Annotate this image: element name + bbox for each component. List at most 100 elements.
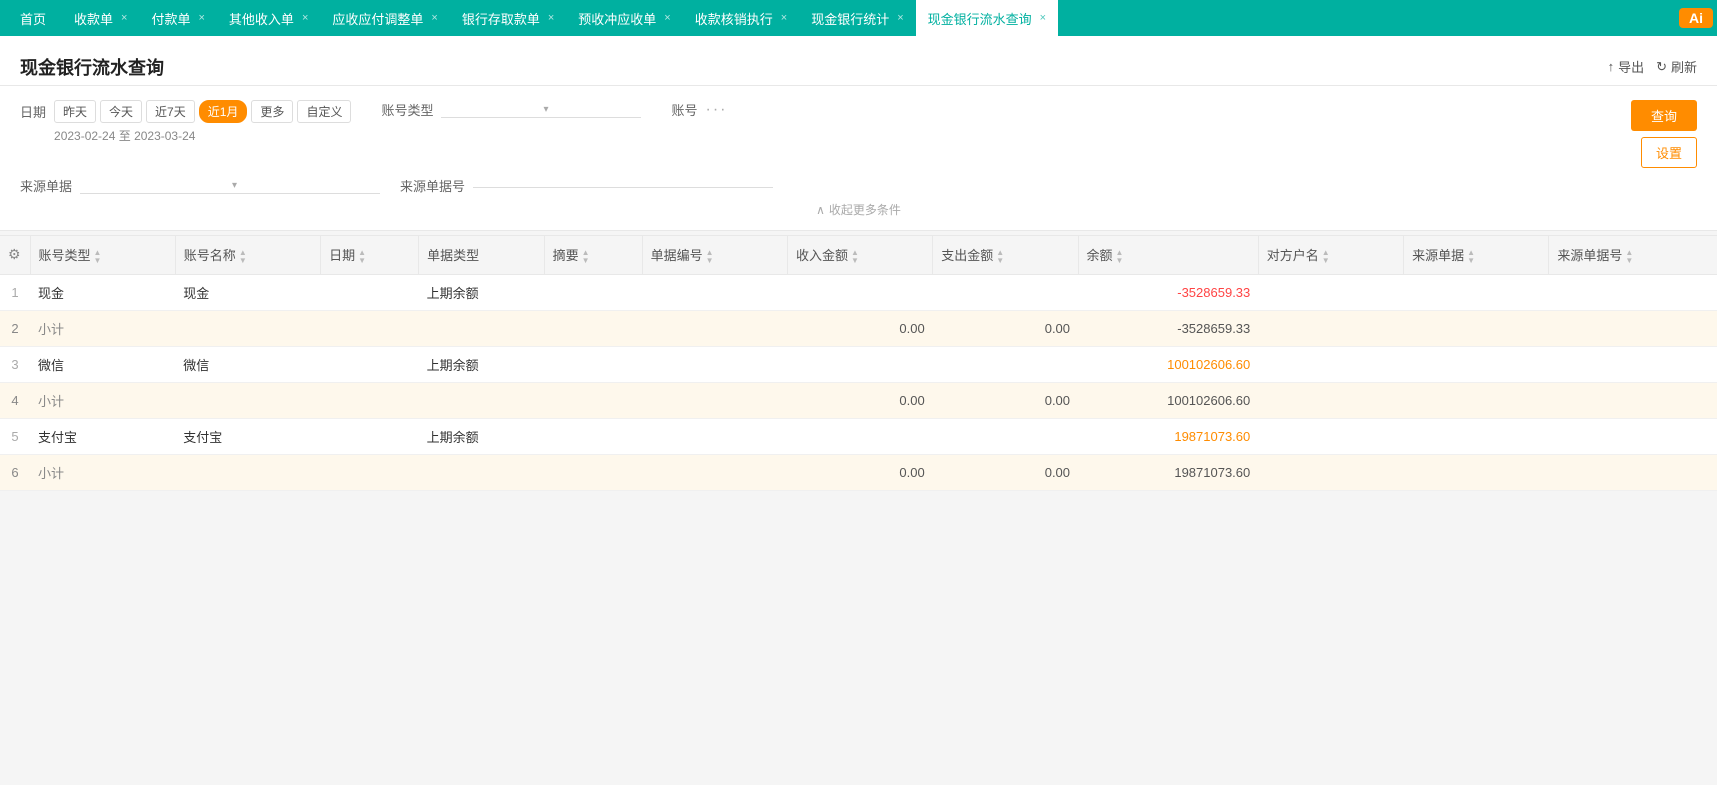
cell-date xyxy=(321,454,419,490)
date-btn[interactable]: 近1月 xyxy=(199,100,248,123)
cell-source_doc xyxy=(1404,454,1549,490)
nav-tab-close-icon[interactable]: × xyxy=(198,12,204,24)
cell-source_doc xyxy=(1404,346,1549,382)
refresh-icon: ↻ xyxy=(1656,59,1667,75)
source-doc-select[interactable]: ▾ xyxy=(80,178,380,194)
cell-income xyxy=(787,346,932,382)
ai-badge[interactable]: Ai xyxy=(1679,8,1713,28)
nav-home[interactable]: 首页 xyxy=(4,0,62,36)
col-header-summary[interactable]: 摘要▲▼ xyxy=(544,236,642,275)
sort-icon: ▲▼ xyxy=(706,249,714,265)
table-area: ⚙ 账号类型▲▼账号名称▲▼日期▲▼单据类型摘要▲▼单据编号▲▼收入金额▲▼支出金… xyxy=(0,235,1717,491)
col-header-counterparty[interactable]: 对方户名▲▼ xyxy=(1258,236,1403,275)
nav-tab[interactable]: 银行存取款单× xyxy=(450,0,566,36)
nav-tab[interactable]: 付款单× xyxy=(139,0,216,36)
cell-counterparty xyxy=(1258,274,1403,310)
nav-tab-close-icon[interactable]: × xyxy=(664,12,670,24)
settings-button[interactable]: 设置 xyxy=(1641,137,1697,168)
cell-counterparty xyxy=(1258,382,1403,418)
source-doc-num-input[interactable] xyxy=(473,183,773,188)
col-header-account_type[interactable]: 账号类型▲▼ xyxy=(30,236,175,275)
col-header-doc_type: 单据类型 xyxy=(419,236,544,275)
nav-tab-close-icon[interactable]: × xyxy=(302,12,308,24)
export-button[interactable]: ↑ 导出 xyxy=(1608,57,1645,76)
date-label: 日期 xyxy=(20,100,46,121)
nav-tab-close-icon[interactable]: × xyxy=(781,12,787,24)
col-header-account_name[interactable]: 账号名称▲▼ xyxy=(175,236,320,275)
col-header-source_doc_num[interactable]: 来源单据号▲▼ xyxy=(1549,236,1717,275)
cell-summary xyxy=(544,454,642,490)
date-btn[interactable]: 昨天 xyxy=(54,100,96,123)
col-header-income[interactable]: 收入金额▲▼ xyxy=(787,236,932,275)
account-more-icon[interactable]: ··· xyxy=(705,101,727,119)
nav-tab[interactable]: 收款核销执行 × xyxy=(683,0,799,36)
cell-counterparty xyxy=(1258,346,1403,382)
nav-tab[interactable]: 预收冲应收单× xyxy=(566,0,682,36)
refresh-button[interactable]: ↻ 刷新 xyxy=(1656,57,1697,76)
nav-tab-close-icon[interactable]: × xyxy=(431,12,437,24)
cell-account_type: 小计 xyxy=(30,454,175,490)
collapse-bar[interactable]: ∧ 收起更多条件 xyxy=(20,195,1697,220)
query-button[interactable]: 查询 xyxy=(1631,100,1697,131)
nav-tab[interactable]: 现金银行流水查询× xyxy=(916,0,1058,36)
col-header-source_doc[interactable]: 来源单据▲▼ xyxy=(1404,236,1549,275)
cell-source_doc xyxy=(1404,382,1549,418)
nav-tab[interactable]: 现金银行统计 × xyxy=(799,0,915,36)
nav-tab-close-icon[interactable]: × xyxy=(121,12,127,24)
account-type-select[interactable]: ▾ xyxy=(441,102,641,118)
nav-tab-close-icon[interactable]: × xyxy=(548,12,554,24)
cell-account_type: 小计 xyxy=(30,310,175,346)
cell-date xyxy=(321,382,419,418)
nav-tab[interactable]: 收款单× xyxy=(62,0,139,36)
col-header-balance[interactable]: 余额▲▼ xyxy=(1078,236,1258,275)
cell-date xyxy=(321,274,419,310)
nav-tab-label: 收款核销执行 xyxy=(695,9,773,28)
gear-icon[interactable]: ⚙ xyxy=(8,246,21,262)
source-doc-filter: 来源单据 ▾ xyxy=(20,176,380,195)
account-type-filter: 账号类型 ▾ xyxy=(381,100,641,119)
cell-summary xyxy=(544,382,642,418)
col-header-doc_num[interactable]: 单据编号▲▼ xyxy=(642,236,787,275)
cell-num: 2 xyxy=(0,310,30,346)
account-type-label: 账号类型 xyxy=(381,100,433,119)
col-header-gear[interactable]: ⚙ xyxy=(0,236,30,275)
table-row: 3微信微信上期余额100102606.60 xyxy=(0,346,1717,382)
nav-tab[interactable]: 应收应付调整单× xyxy=(320,0,449,36)
cell-summary xyxy=(544,274,642,310)
cell-balance: -3528659.33 xyxy=(1078,310,1258,346)
cell-account_name xyxy=(175,310,320,346)
cell-source_doc_num xyxy=(1549,346,1717,382)
cell-num: 6 xyxy=(0,454,30,490)
cell-doc_num xyxy=(642,418,787,454)
col-header-expense[interactable]: 支出金额▲▼ xyxy=(933,236,1078,275)
date-btn[interactable]: 更多 xyxy=(251,100,293,123)
sort-icon: ▲▼ xyxy=(1322,249,1330,265)
cell-account_name: 支付宝 xyxy=(175,418,320,454)
header-actions: ↑ 导出 ↻ 刷新 xyxy=(1608,57,1697,76)
nav-tab[interactable]: 其他收入单 × xyxy=(217,0,320,36)
cell-expense xyxy=(933,418,1078,454)
nav-tab-label: 其他收入单 xyxy=(229,9,294,28)
nav-tab-label: 现金银行统计 xyxy=(811,9,889,28)
date-btn[interactable]: 今天 xyxy=(100,100,142,123)
cell-counterparty xyxy=(1258,418,1403,454)
cell-expense: 0.00 xyxy=(933,382,1078,418)
nav-tab-close-icon[interactable]: × xyxy=(1040,12,1046,24)
nav-tab-close-icon[interactable]: × xyxy=(897,12,903,24)
cell-doc_type xyxy=(419,382,544,418)
sort-icon: ▲▼ xyxy=(94,249,102,265)
sort-icon: ▲▼ xyxy=(358,249,366,265)
col-header-date[interactable]: 日期▲▼ xyxy=(321,236,419,275)
export-icon: ↑ xyxy=(1608,59,1615,74)
date-btn[interactable]: 近7天 xyxy=(146,100,195,123)
cell-doc_num xyxy=(642,346,787,382)
filter-row-1: 日期 昨天今天近7天近1月更多自定义 2023-02-24 至 2023-03-… xyxy=(20,100,1697,168)
sort-icon: ▲▼ xyxy=(1467,249,1475,265)
cell-doc_type: 上期余额 xyxy=(419,274,544,310)
date-filter: 日期 昨天今天近7天近1月更多自定义 2023-02-24 至 2023-03-… xyxy=(20,100,351,144)
subtotal-row: 2小计0.000.00-3528659.33 xyxy=(0,310,1717,346)
cell-income: 0.00 xyxy=(787,454,932,490)
cell-doc_num xyxy=(642,382,787,418)
date-btn[interactable]: 自定义 xyxy=(297,100,351,123)
cell-source_doc_num xyxy=(1549,454,1717,490)
